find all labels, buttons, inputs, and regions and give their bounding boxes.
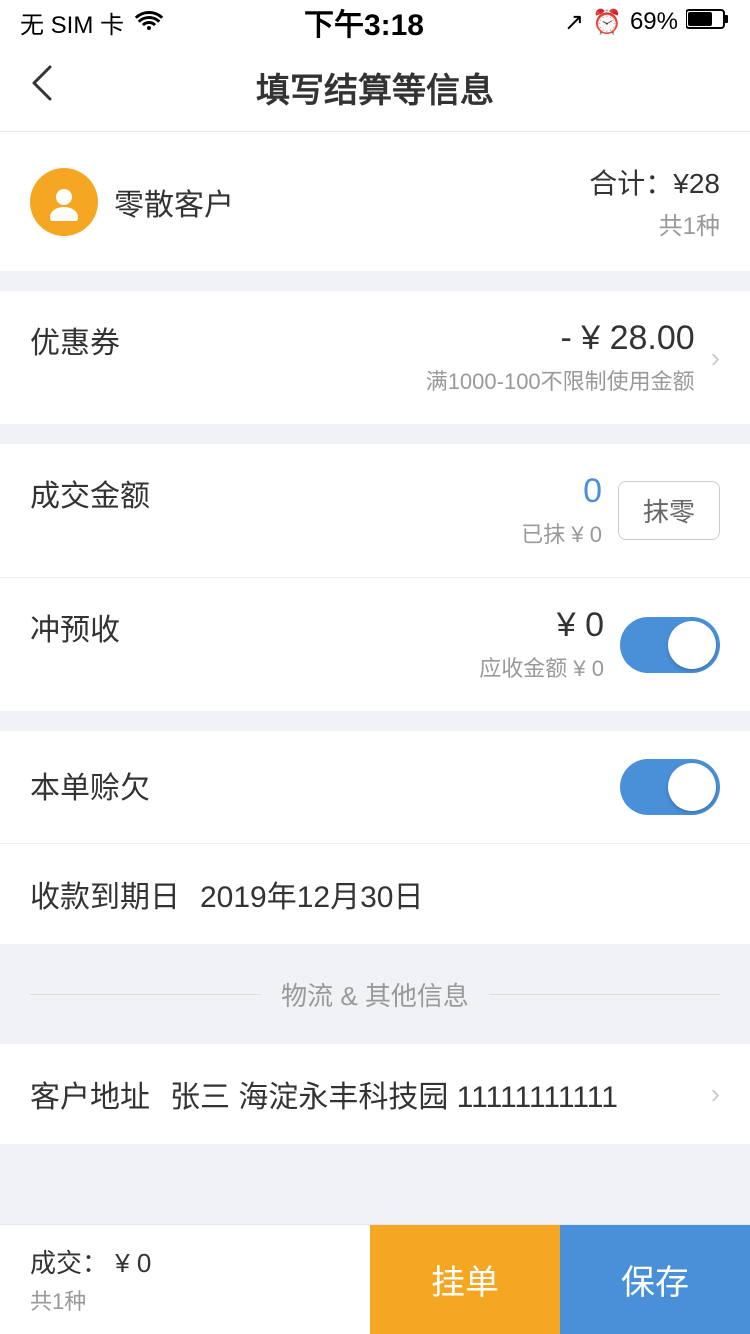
credit-row: 本单赊欠 <box>0 731 750 843</box>
prepay-row: 冲预收 ¥ 0 应收金额 ¥ 0 <box>0 577 750 711</box>
prepay-toggle[interactable] <box>620 617 720 673</box>
customer-count: 共1种 <box>589 206 720 241</box>
status-bar: 无 SIM 卡 下午3:18 ↗ ⏰ 69% <box>0 0 750 44</box>
wifi-icon <box>134 8 164 37</box>
address-value: 张三 海淀永丰科技园 11111111111 <box>170 1072 711 1116</box>
due-date-row[interactable]: 收款到期日 2019年12月30日 <box>0 843 750 944</box>
round-button[interactable]: 抹零 <box>618 481 720 540</box>
battery-level: 69% <box>630 8 678 36</box>
back-button[interactable] <box>30 53 64 122</box>
prepay-right: ¥ 0 应收金额 ¥ 0 <box>479 606 720 683</box>
address-label: 客户地址 <box>30 1072 150 1116</box>
sim-status: 无 SIM 卡 <box>20 5 124 40</box>
status-right: ↗ ⏰ 69% <box>564 8 730 37</box>
bottom-deal-label: 成交： <box>30 1248 108 1278</box>
address-section: 客户地址 张三 海淀永丰科技园 11111111111 › <box>0 1044 750 1144</box>
hold-button[interactable]: 挂单 <box>370 1225 560 1334</box>
deal-amount-row: 成交金额 0 已抹 ¥ 0 抹零 <box>0 444 750 577</box>
coupon-desc: 满1000-100不限制使用金额 <box>426 364 695 396</box>
coupon-label: 优惠券 <box>30 319 120 365</box>
location-icon: ↗ <box>564 8 584 37</box>
alarm-icon: ⏰ <box>592 8 622 37</box>
credit-section: 本单赊欠 收款到期日 2019年12月30日 <box>0 731 750 944</box>
bottom-info: 成交： ¥ 0 共1种 <box>0 1243 370 1316</box>
due-date-label: 收款到期日 <box>30 872 180 916</box>
prepay-label: 冲预收 <box>30 606 120 652</box>
nav-bar: 填写结算等信息 <box>0 44 750 132</box>
bottom-deal: 成交： ¥ 0 <box>30 1243 340 1280</box>
bottom-count: 共1种 <box>30 1284 340 1316</box>
due-date-value: 2019年12月30日 <box>200 872 423 916</box>
prepay-right-text: ¥ 0 应收金额 ¥ 0 <box>479 606 604 683</box>
deal-amount-value: 0 <box>521 472 602 511</box>
status-left: 无 SIM 卡 <box>20 5 164 40</box>
customer-total: 合计：¥28 <box>589 162 720 202</box>
customer-name: 零散客户 <box>114 180 234 224</box>
logistics-divider: 物流 & 其他信息 <box>0 964 750 1024</box>
bottom-deal-value: ¥ 0 <box>115 1248 151 1278</box>
customer-left: 零散客户 <box>30 168 234 236</box>
deal-amount-right-text: 0 已抹 ¥ 0 <box>521 472 602 549</box>
coupon-right: - ¥ 28.00 满1000-100不限制使用金额 › <box>426 319 720 396</box>
coupon-row[interactable]: 优惠券 - ¥ 28.00 满1000-100不限制使用金额 › <box>0 291 750 424</box>
status-time: 下午3:18 <box>304 0 424 44</box>
customer-right: 合计：¥28 共1种 <box>589 162 720 241</box>
credit-label: 本单赊欠 <box>30 764 150 810</box>
coupon-right-text: - ¥ 28.00 满1000-100不限制使用金额 <box>426 319 695 396</box>
save-button[interactable]: 保存 <box>560 1225 750 1334</box>
deal-amount-label: 成交金额 <box>30 472 150 518</box>
deal-amount-sub: 已抹 ¥ 0 <box>521 517 602 549</box>
customer-row[interactable]: 零散客户 合计：¥28 共1种 <box>0 132 750 271</box>
page-title: 填写结算等信息 <box>256 63 494 112</box>
coupon-amount: - ¥ 28.00 <box>426 319 695 358</box>
prepay-sub: 应收金额 ¥ 0 <box>479 651 604 683</box>
deal-section: 成交金额 0 已抹 ¥ 0 抹零 冲预收 ¥ 0 应收金额 ¥ 0 <box>0 444 750 711</box>
prepay-amount: ¥ 0 <box>479 606 604 645</box>
toggle-knob <box>668 621 716 669</box>
avatar <box>30 168 98 236</box>
coupon-chevron-icon: › <box>711 342 720 374</box>
bottom-bar: 成交： ¥ 0 共1种 挂单 保存 <box>0 1224 750 1334</box>
credit-toggle-knob <box>668 763 716 811</box>
logistics-label: 物流 & 其他信息 <box>261 976 489 1013</box>
deal-amount-right: 0 已抹 ¥ 0 抹零 <box>521 472 720 549</box>
credit-toggle[interactable] <box>620 759 720 815</box>
address-chevron-icon: › <box>711 1078 720 1110</box>
address-row[interactable]: 客户地址 张三 海淀永丰科技园 11111111111 › <box>0 1044 750 1144</box>
content: 零散客户 合计：¥28 共1种 优惠券 - ¥ 28.00 满1000-100不… <box>0 132 750 1294</box>
coupon-section: 优惠券 - ¥ 28.00 满1000-100不限制使用金额 › <box>0 291 750 424</box>
battery-icon <box>686 8 730 37</box>
